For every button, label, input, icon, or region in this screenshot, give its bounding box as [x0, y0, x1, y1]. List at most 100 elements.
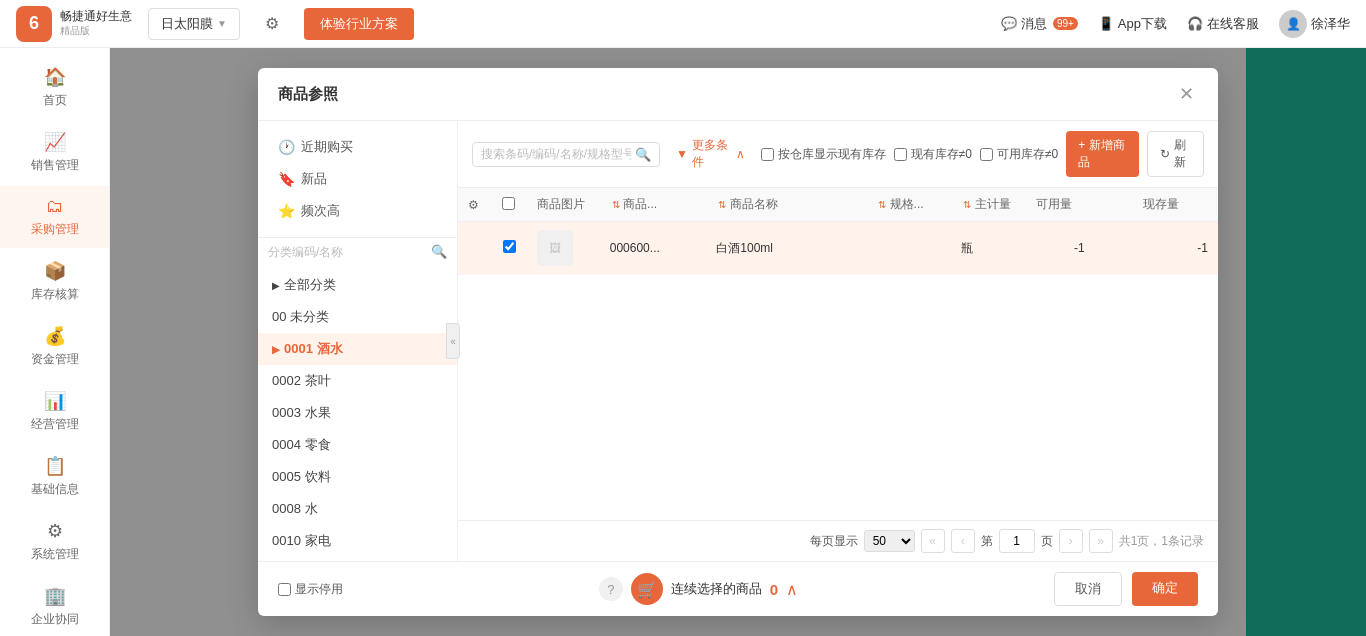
category-search-input[interactable]	[268, 245, 427, 259]
table-row[interactable]: 🖼 000600... 白酒100ml 瓶 -1 -1	[458, 222, 1218, 275]
modal-title: 商品参照	[278, 85, 338, 104]
th-gear: ⚙	[458, 188, 492, 222]
total-info: 共1页，1条记录	[1119, 533, 1204, 550]
quick-link-recent[interactable]: 🕐 近期购买	[268, 131, 447, 163]
add-product-button[interactable]: + 新增商品	[1066, 131, 1138, 177]
all-arrow-icon: ▶	[272, 280, 280, 291]
help-icon[interactable]: ?	[599, 577, 623, 601]
row-spec-cell	[866, 222, 951, 275]
up-arrow-icon[interactable]: ∧	[786, 580, 798, 599]
trial-button[interactable]: 体验行业方案	[304, 8, 414, 40]
category-item-0008[interactable]: 0008 水	[258, 493, 457, 525]
messages-button[interactable]: 💬 消息 99+	[1001, 15, 1078, 33]
toolbar-right-buttons: + 新增商品 ↻ 刷新	[1066, 131, 1204, 177]
category-search-area: 🔍	[258, 238, 457, 265]
sidebar: 🏠 首页 📈 销售管理 🗂 采购管理 📦 库存核算 💰 资金管理 📊 经营管理 …	[0, 48, 110, 636]
show-disabled-checkbox[interactable]	[278, 583, 291, 596]
user-menu[interactable]: 👤 徐泽华	[1279, 10, 1350, 38]
page-size-select[interactable]: 50 10 20 100	[864, 530, 915, 552]
nav-right-area: 💬 消息 99+ 📱 App下载 🎧 在线客服 👤 徐泽华	[1001, 10, 1350, 38]
nonzero-avail-checkbox-label[interactable]: 可用库存≠0	[980, 146, 1058, 163]
category-item-0003[interactable]: 0003 水果	[258, 397, 457, 429]
quick-link-frequent[interactable]: ⭐ 频次高	[268, 195, 447, 227]
branch-selector[interactable]: 日太阳膜 ▼	[148, 8, 240, 40]
category-item-00[interactable]: 00 未分类	[258, 301, 457, 333]
category-item-0002[interactable]: 0002 茶叶	[258, 365, 457, 397]
sales-icon: 📈	[44, 131, 66, 153]
modal-close-button[interactable]: ✕	[1174, 82, 1198, 106]
table-header-row: ⚙ 商品图片 ⇅	[458, 188, 1218, 222]
th-name[interactable]: ⇅ 商品名称	[706, 188, 866, 222]
sort-icon: ⇅	[612, 199, 620, 210]
category-item-all[interactable]: ▶ 全部分类	[258, 269, 457, 301]
warehouse-stock-checkbox-label[interactable]: 按仓库显示现有库存	[761, 146, 886, 163]
product-search-box: 🔍	[472, 142, 660, 167]
search-icon[interactable]: 🔍	[635, 147, 651, 162]
quick-link-new[interactable]: 🔖 新品	[268, 163, 447, 195]
app-download-button[interactable]: 📱 App下载	[1098, 15, 1167, 33]
sidebar-item-sales[interactable]: 📈 销售管理	[0, 121, 109, 184]
top-navbar: 6 畅捷通好生意 精品版 日太阳膜 ▼ ⚙ 体验行业方案 💬 消息 99+ 📱 …	[0, 0, 1366, 48]
inventory-icon: 📦	[44, 260, 66, 282]
cart-icon[interactable]: 🛒	[631, 573, 663, 605]
category-search-icon[interactable]: 🔍	[431, 244, 447, 259]
category-item-0001[interactable]: ▶ 0001 酒水	[258, 333, 457, 365]
modal-overlay: 商品参照 ✕ 🕐 近期购买	[110, 48, 1366, 636]
sidebar-item-finance[interactable]: 💰 资金管理	[0, 315, 109, 378]
product-table-wrap: ⚙ 商品图片 ⇅	[458, 188, 1218, 520]
row-checkbox[interactable]	[503, 240, 516, 253]
collapse-panel-button[interactable]: «	[446, 323, 460, 359]
row-code-cell: 000600...	[600, 222, 707, 275]
sidebar-item-inventory[interactable]: 📦 库存核算	[0, 250, 109, 313]
sidebar-item-home[interactable]: 🏠 首页	[0, 56, 109, 119]
business-icon: 📊	[44, 390, 66, 412]
footer-center-area: ? 🛒 连续选择的商品 0 ∧	[599, 573, 798, 605]
nonzero-avail-checkbox[interactable]	[980, 148, 993, 161]
select-all-checkbox[interactable]	[502, 197, 515, 210]
last-page-button[interactable]: »	[1089, 529, 1113, 553]
first-page-button[interactable]: «	[921, 529, 945, 553]
quick-links: 🕐 近期购买 🔖 新品 ⭐ 频次高	[268, 131, 447, 227]
confirm-button[interactable]: 确定	[1132, 572, 1198, 606]
logo-text: 畅捷通好生意	[60, 9, 132, 25]
online-service-button[interactable]: 🎧 在线客服	[1187, 15, 1259, 33]
sidebar-item-collab[interactable]: 🏢 企业协同	[0, 575, 109, 636]
category-item-0005[interactable]: 0005 饮料	[258, 461, 457, 493]
next-page-button[interactable]: ›	[1059, 529, 1083, 553]
nonzero-stock-checkbox-label[interactable]: 现有库存≠0	[894, 146, 972, 163]
th-code[interactable]: ⇅ 商品...	[600, 188, 707, 222]
page-number-input[interactable]	[999, 529, 1035, 553]
prev-page-button[interactable]: ‹	[951, 529, 975, 553]
th-unit[interactable]: ⇅ 主计量	[951, 188, 1026, 222]
settings-icon[interactable]: ⚙	[256, 8, 288, 40]
quick-links-area: 🕐 近期购买 🔖 新品 ⭐ 频次高	[258, 121, 457, 238]
warehouse-stock-checkbox[interactable]	[761, 148, 774, 161]
recent-icon: 🕐	[278, 139, 295, 155]
show-disabled-area: 显示停用	[278, 581, 343, 598]
sidebar-item-system[interactable]: ⚙ 系统管理	[0, 510, 109, 573]
filter-icon: ▼	[676, 147, 688, 161]
th-spec[interactable]: ⇅ 规格...	[866, 188, 951, 222]
system-icon: ⚙	[47, 520, 63, 542]
sidebar-item-business[interactable]: 📊 经营管理	[0, 380, 109, 443]
refresh-button[interactable]: ↻ 刷新	[1147, 131, 1204, 177]
purchase-icon: 🗂	[46, 196, 64, 217]
sidebar-item-purchase[interactable]: 🗂 采购管理	[0, 186, 109, 248]
modal-toolbar: 🔍 ▼ 更多条件 ∧ 按仓库显示现有库存	[458, 121, 1218, 188]
refresh-icon: ↻	[1160, 147, 1170, 161]
product-table: ⚙ 商品图片 ⇅	[458, 188, 1218, 275]
modal-header: 商品参照 ✕	[258, 68, 1218, 121]
category-item-0004[interactable]: 0004 零食	[258, 429, 457, 461]
message-badge: 99+	[1053, 17, 1078, 30]
product-search-input[interactable]	[481, 147, 631, 161]
modal-body: 🕐 近期购买 🔖 新品 ⭐ 频次高	[258, 121, 1218, 561]
category-item-0010[interactable]: 0010 家电	[258, 525, 457, 557]
th-avail: 可用量	[1026, 188, 1133, 222]
cat0001-arrow-icon: ▶	[272, 344, 280, 355]
sidebar-item-basics[interactable]: 📋 基础信息	[0, 445, 109, 508]
row-img-cell: 🖼	[527, 222, 599, 275]
modal-footer: 显示停用 ? 🛒 连续选择的商品 0 ∧ 取消 确定	[258, 561, 1218, 616]
more-filter-button[interactable]: ▼ 更多条件 ∧	[668, 133, 753, 175]
cancel-button[interactable]: 取消	[1054, 572, 1122, 606]
nonzero-stock-checkbox[interactable]	[894, 148, 907, 161]
